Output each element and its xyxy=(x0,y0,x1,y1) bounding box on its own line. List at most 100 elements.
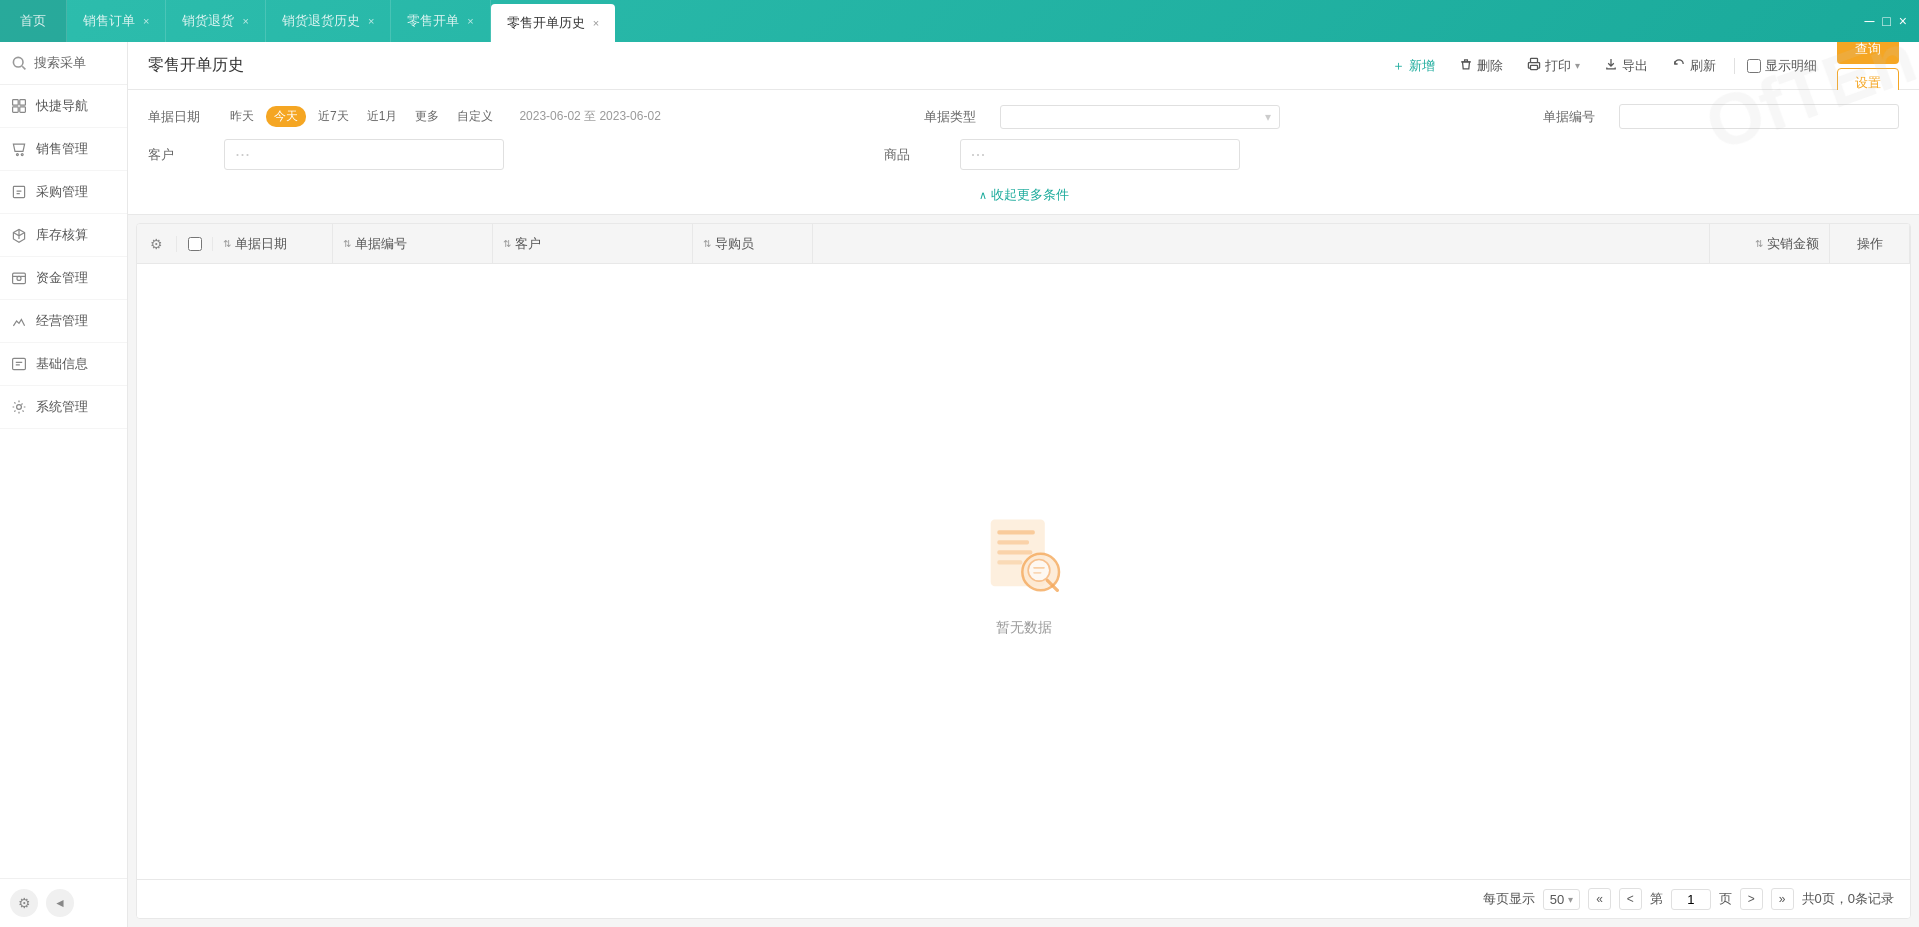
th-num[interactable]: ⇅ 单据编号 xyxy=(333,224,493,263)
date-btn-1month[interactable]: 近1月 xyxy=(361,106,404,127)
sidebar-item-finance[interactable]: 资金管理 xyxy=(0,257,127,300)
quick-nav-icon xyxy=(10,97,28,115)
tab-sales-order[interactable]: 销售订单 × xyxy=(67,0,166,42)
table-select-all[interactable] xyxy=(177,237,213,251)
page-title: 零售开单历史 xyxy=(148,55,244,76)
sidebar-item-base-info[interactable]: 基础信息 xyxy=(0,343,127,386)
export-icon xyxy=(1604,57,1618,74)
filter-row-2: 客户 ··· 商品 ··· xyxy=(148,139,1899,170)
sidebar-item-operations[interactable]: 经营管理 xyxy=(0,300,127,343)
collapse-button[interactable]: ∧ 收起更多条件 xyxy=(148,180,1899,206)
tab-sales-return-history[interactable]: 销货退货历史 × xyxy=(266,0,391,42)
inventory-icon xyxy=(10,226,28,244)
select-all-checkbox[interactable] xyxy=(188,237,202,251)
date-filter-buttons: 昨天 今天 近7天 近1月 更多 自定义 xyxy=(224,106,499,127)
sidebar-item-sales[interactable]: 销售管理 xyxy=(0,128,127,171)
date-btn-custom[interactable]: 自定义 xyxy=(451,106,499,127)
th-date[interactable]: ⇅ 单据日期 xyxy=(213,224,333,263)
date-btn-yesterday[interactable]: 昨天 xyxy=(224,106,260,127)
add-button[interactable]: ＋ 新增 xyxy=(1386,53,1441,79)
sort-icon-num: ⇅ xyxy=(343,238,351,249)
date-btn-7days[interactable]: 近7天 xyxy=(312,106,355,127)
tab-sales-return-close[interactable]: × xyxy=(242,15,248,27)
svg-point-0 xyxy=(13,57,23,67)
table-area: ⚙ ⇅ 单据日期 ⇅ 单据编号 ⇅ 客户 ⇅ xyxy=(136,223,1911,919)
finance-icon xyxy=(10,269,28,287)
purchase-icon xyxy=(10,183,28,201)
doc-num-input[interactable] xyxy=(1619,104,1899,129)
close-button[interactable]: × xyxy=(1899,13,1907,29)
tab-retail-open-close[interactable]: × xyxy=(467,15,473,27)
svg-rect-17 xyxy=(997,550,1032,554)
prev-page-button[interactable]: < xyxy=(1619,888,1642,910)
delete-button[interactable]: 删除 xyxy=(1453,53,1509,79)
minimize-button[interactable]: ─ xyxy=(1864,13,1874,29)
tab-home[interactable]: 首页 xyxy=(0,0,67,42)
maximize-button[interactable]: □ xyxy=(1882,13,1890,29)
goods-label: 商品 xyxy=(884,146,944,164)
sort-icon-amount: ⇅ xyxy=(1755,238,1763,249)
sidebar-item-purchase[interactable]: 采购管理 xyxy=(0,171,127,214)
th-amount[interactable]: ⇅ 实销金额 xyxy=(1710,224,1830,263)
svg-rect-2 xyxy=(13,100,19,106)
per-page-value: 50 xyxy=(1550,892,1564,907)
svg-rect-13 xyxy=(1531,65,1538,69)
page-number-input[interactable] xyxy=(1671,889,1711,910)
svg-point-11 xyxy=(17,405,22,410)
collapse-sidebar-button[interactable]: ◄ xyxy=(46,889,74,917)
tab-retail-open-history[interactable]: 零售开单历史 × xyxy=(491,4,615,42)
toolbar-divider xyxy=(1734,58,1735,74)
th-action: 操作 xyxy=(1830,224,1910,263)
svg-rect-8 xyxy=(13,273,26,283)
goods-input[interactable]: ··· xyxy=(960,139,1240,170)
tab-sales-return-history-close[interactable]: × xyxy=(368,15,374,27)
table-settings-icon[interactable]: ⚙ xyxy=(137,236,177,252)
tab-sales-order-close[interactable]: × xyxy=(143,15,149,27)
settings-bottom-icon[interactable]: ⚙ xyxy=(10,889,38,917)
th-num-label: 单据编号 xyxy=(355,235,407,253)
next-page-button[interactable]: > xyxy=(1740,888,1763,910)
print-button[interactable]: 打印 ▾ xyxy=(1521,53,1586,79)
tab-retail-open-history-close[interactable]: × xyxy=(593,17,599,29)
svg-rect-5 xyxy=(20,107,26,113)
tab-retail-open-history-label: 零售开单历史 xyxy=(507,14,585,32)
display-detail-checkbox[interactable] xyxy=(1747,59,1761,73)
first-page-button[interactable]: « xyxy=(1588,888,1611,910)
export-button[interactable]: 导出 xyxy=(1598,53,1654,79)
doc-type-select[interactable]: ▾ xyxy=(1000,105,1280,129)
th-customer[interactable]: ⇅ 客户 xyxy=(493,224,693,263)
svg-rect-18 xyxy=(997,560,1022,564)
svg-point-7 xyxy=(21,154,23,156)
operations-icon xyxy=(10,312,28,330)
sidebar-item-finance-label: 资金管理 xyxy=(36,269,88,287)
sidebar-item-system[interactable]: 系统管理 xyxy=(0,386,127,429)
sidebar-item-operations-label: 经营管理 xyxy=(36,312,88,330)
page-label: 第 xyxy=(1650,890,1663,908)
date-btn-more[interactable]: 更多 xyxy=(409,106,445,127)
svg-rect-16 xyxy=(997,540,1029,544)
th-guide[interactable]: ⇅ 导购员 xyxy=(693,224,813,263)
last-page-button[interactable]: » xyxy=(1771,888,1794,910)
customer-input[interactable]: ··· xyxy=(224,139,504,170)
tab-sales-return[interactable]: 销货退货 × xyxy=(166,0,265,42)
refresh-button[interactable]: 刷新 xyxy=(1666,53,1722,79)
tab-retail-open[interactable]: 零售开单 × xyxy=(391,0,490,42)
empty-text: 暂无数据 xyxy=(996,619,1052,637)
sidebar-search[interactable]: 搜索采单 xyxy=(0,42,127,85)
query-button[interactable]: 查询 xyxy=(1837,42,1899,64)
tab-sales-return-history-label: 销货退货历史 xyxy=(282,12,360,30)
th-customer-label: 客户 xyxy=(515,235,541,253)
per-page-select[interactable]: 50 ▾ xyxy=(1543,889,1580,910)
sort-icon-guide: ⇅ xyxy=(703,238,711,249)
date-btn-today[interactable]: 今天 xyxy=(266,106,306,127)
empty-illustration xyxy=(974,507,1074,607)
display-detail-toggle[interactable]: 显示明细 xyxy=(1747,57,1817,75)
customer-ellipsis: ··· xyxy=(235,144,250,165)
sidebar-item-inventory[interactable]: 库存核算 xyxy=(0,214,127,257)
page-header: 零售开单历史 ＋ 新增 删除 xyxy=(128,42,1919,90)
print-dropdown-icon[interactable]: ▾ xyxy=(1575,60,1580,71)
sidebar-item-inventory-label: 库存核算 xyxy=(36,226,88,244)
sidebar-item-quick-nav[interactable]: 快捷导航 xyxy=(0,85,127,128)
gear-icon: ⚙ xyxy=(18,895,31,911)
per-page-label: 每页显示 xyxy=(1483,890,1535,908)
